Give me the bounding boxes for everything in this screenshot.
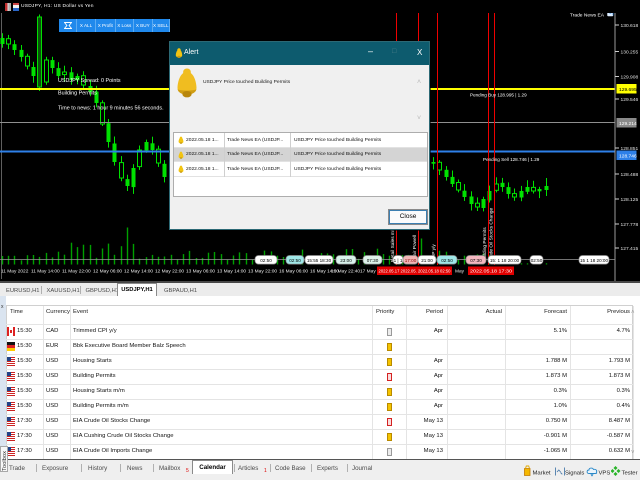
svg-text:128.746: 128.746 (619, 154, 637, 160)
svg-text:USDJPY Spread: 0 Points: USDJPY Spread: 0 Points (58, 78, 121, 84)
svg-text:15 1 18 20:00: 15 1 18 20:00 (580, 258, 609, 263)
svg-text:Building Permits: Building Permits (58, 91, 97, 97)
svg-text:12 May 22:00: 12 May 22:00 (155, 269, 184, 275)
svg-text:02:50: 02:50 (260, 258, 272, 263)
svg-text:17:00: 17:00 (405, 258, 417, 263)
svg-text:130.618: 130.618 (621, 23, 639, 29)
svg-text:12 May 06:00: 12 May 06:00 (93, 269, 122, 275)
svg-text:17 May: 17 May (360, 269, 376, 275)
svg-text:Time to news: 1 hour 9 minutes: Time to news: 1 hour 9 minutes 56 second… (58, 106, 164, 112)
svg-text:13 May 22:00: 13 May 22:00 (248, 269, 277, 275)
svg-text:02:50: 02:50 (531, 258, 543, 263)
svg-text:07:30: 07:30 (367, 258, 379, 263)
svg-text:Market: Market (533, 471, 551, 477)
svg-text:1 | 1: 1 | 1 (394, 258, 403, 263)
svg-text:11 May 2022: 11 May 2022 (1, 269, 29, 275)
svg-text:2022.05.18 17:30: 2022.05.18 17:30 (470, 269, 512, 275)
svg-text:127.778: 127.778 (621, 222, 639, 228)
svg-text:21:00: 21:00 (421, 258, 433, 263)
svg-text:Signals: Signals (565, 471, 584, 477)
svg-text:02:50: 02:50 (441, 258, 453, 263)
svg-text:07:30: 07:30 (470, 258, 482, 263)
svg-text:130.255: 130.255 (621, 50, 639, 56)
svg-text:Tester: Tester (622, 471, 638, 477)
svg-text:129.908: 129.908 (621, 75, 639, 81)
svg-text:11 May 22:00: 11 May 22:00 (62, 269, 91, 275)
svg-text:127.415: 127.415 (621, 246, 639, 252)
svg-text:11 May 14:00: 11 May 14:00 (31, 269, 60, 275)
svg-text:129.546: 129.546 (621, 97, 639, 103)
svg-text:May: May (455, 269, 465, 275)
svg-text:15:55 18:30: 15:55 18:30 (307, 258, 332, 263)
svg-text:16 May 22:40: 16 May 22:40 (331, 269, 360, 275)
svg-text:129.214: 129.214 (619, 121, 637, 127)
svg-text:02:50: 02:50 (289, 258, 301, 263)
svg-text:16 May 06:00: 16 May 06:00 (279, 269, 308, 275)
svg-text:Pending Buy 128.995 | 1.29: Pending Buy 128.995 | 1.29 (470, 93, 527, 98)
svg-text:13 May 06:00: 13 May 06:00 (186, 269, 215, 275)
svg-text:23:00: 23:00 (340, 258, 352, 263)
svg-text:128.125: 128.125 (621, 197, 639, 203)
svg-text:12 May 14:00: 12 May 14:00 (124, 269, 153, 275)
svg-text:128.488: 128.488 (621, 172, 639, 178)
svg-text:129.695: 129.695 (619, 87, 637, 93)
svg-text:Trade News EA: Trade News EA (570, 13, 605, 19)
svg-text:Pending Sell 128.746 | 1.29: Pending Sell 128.746 | 1.29 (483, 157, 540, 162)
svg-text:2022.05.17 2022.05. 2022.05.18: 2022.05.17 2022.05. 2022.05.18 02:50 (379, 269, 451, 275)
svg-text:Crude Oil Stocks Change: Crude Oil Stocks Change (489, 208, 495, 262)
svg-text:VPS: VPS (599, 471, 611, 477)
svg-text:13 May 14:00: 13 May 14:00 (217, 269, 246, 275)
svg-text:15: 1 18 20:00: 15: 1 18 20:00 (490, 258, 520, 263)
